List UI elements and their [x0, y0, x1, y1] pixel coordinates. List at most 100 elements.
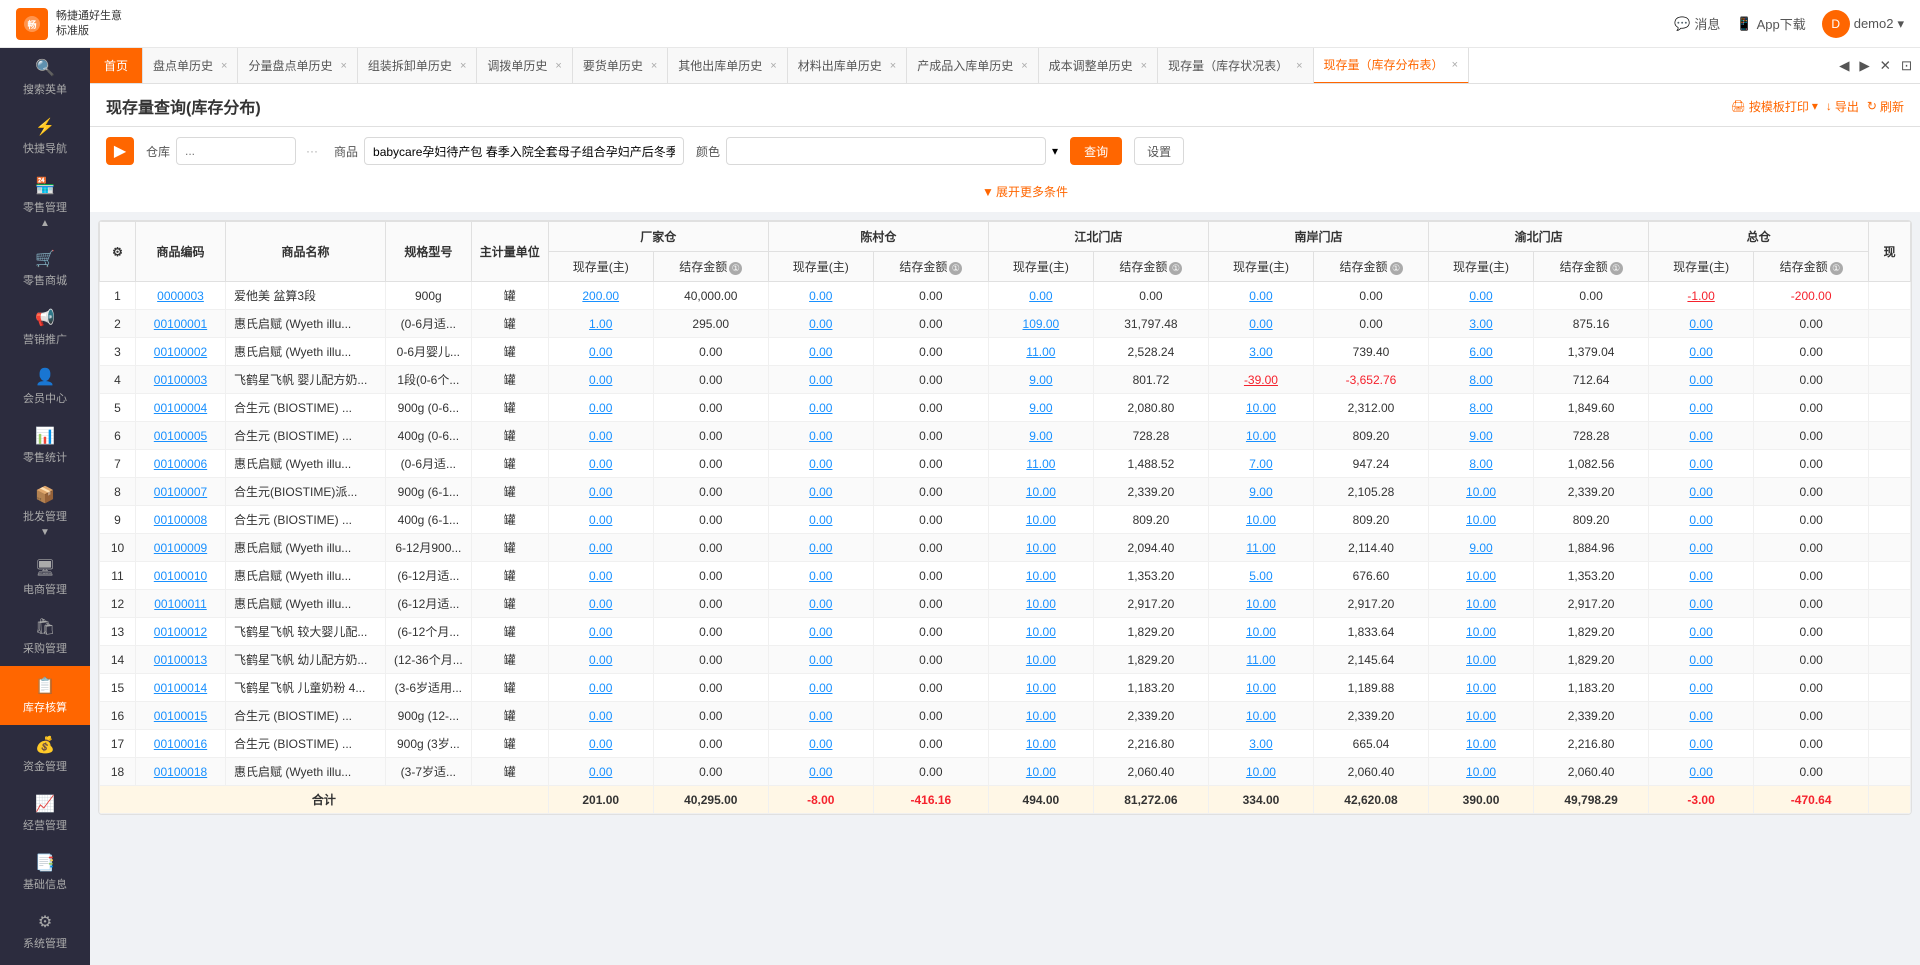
row-jb-qty[interactable]: 10.00 [988, 646, 1093, 674]
row-na-qty[interactable]: 10.00 [1208, 394, 1313, 422]
row-jb-qty[interactable]: 10.00 [988, 506, 1093, 534]
row-f-qty[interactable]: 0.00 [548, 702, 653, 730]
row-jb-qty[interactable]: 10.00 [988, 562, 1093, 590]
row-na-qty[interactable]: 10.00 [1208, 618, 1313, 646]
row-code[interactable]: 00100005 [136, 422, 226, 450]
tab-expand-btn[interactable]: ⊡ [1897, 56, 1916, 76]
row-na-qty[interactable]: 9.00 [1208, 478, 1313, 506]
sidebar-item-finance[interactable]: 💰 资金管理 [0, 725, 90, 784]
table-settings-icon[interactable]: ⚙ [112, 245, 123, 259]
row-na-qty[interactable]: 10.00 [1208, 506, 1313, 534]
row-f-qty[interactable]: 200.00 [548, 282, 653, 310]
row-yb-qty[interactable]: 10.00 [1429, 730, 1534, 758]
sidebar-item-collab[interactable]: 🤝 企业协同 [0, 961, 90, 965]
row-jb-qty[interactable]: 10.00 [988, 478, 1093, 506]
row-yb-qty[interactable]: 9.00 [1429, 534, 1534, 562]
row-z-qty[interactable]: 0.00 [1649, 534, 1754, 562]
row-code[interactable]: 0000003 [136, 282, 226, 310]
color-dropdown-icon[interactable]: ▾ [1052, 144, 1058, 158]
row-c-qty[interactable]: 0.00 [768, 506, 873, 534]
row-yb-qty[interactable]: 8.00 [1429, 394, 1534, 422]
tab-stock-status[interactable]: 现存量（库存状况表） × [1158, 48, 1313, 84]
row-na-qty[interactable]: 7.00 [1208, 450, 1313, 478]
row-code[interactable]: 00100016 [136, 730, 226, 758]
row-yb-qty[interactable]: 8.00 [1429, 450, 1534, 478]
row-na-qty[interactable]: 10.00 [1208, 758, 1313, 786]
sidebar-item-search[interactable]: 🔍 搜索英单 [0, 48, 90, 107]
search-btn[interactable]: 查询 [1070, 137, 1122, 165]
row-z-qty[interactable]: 0.00 [1649, 618, 1754, 646]
tab-stock-dist[interactable]: 现存量（库存分布表） × [1314, 48, 1469, 84]
tab-home[interactable]: 首页 [90, 48, 143, 84]
row-jb-qty[interactable]: 9.00 [988, 366, 1093, 394]
row-yb-qty[interactable]: 10.00 [1429, 506, 1534, 534]
row-c-qty[interactable]: 0.00 [768, 310, 873, 338]
user-menu[interactable]: D demo2 ▾ [1822, 10, 1904, 38]
row-f-qty[interactable]: 0.00 [548, 366, 653, 394]
row-code[interactable]: 00100012 [136, 618, 226, 646]
row-yb-qty[interactable]: 10.00 [1429, 758, 1534, 786]
close-icon[interactable]: × [1452, 59, 1458, 71]
row-jb-qty[interactable]: 10.00 [988, 758, 1093, 786]
sidebar-item-wholesale[interactable]: 📦 批发管理 ▼ [0, 475, 90, 548]
row-f-qty[interactable]: 0.00 [548, 730, 653, 758]
row-c-qty[interactable]: 0.00 [768, 282, 873, 310]
settings-btn[interactable]: 设置 [1134, 137, 1184, 165]
row-yb-qty[interactable]: 10.00 [1429, 674, 1534, 702]
row-jb-qty[interactable]: 10.00 [988, 618, 1093, 646]
row-na-qty[interactable]: 5.00 [1208, 562, 1313, 590]
close-icon[interactable]: × [460, 60, 466, 72]
row-code[interactable]: 00100014 [136, 674, 226, 702]
row-c-qty[interactable]: 0.00 [768, 478, 873, 506]
goods-input[interactable] [364, 137, 684, 165]
close-icon[interactable]: × [1296, 60, 1302, 72]
row-na-qty[interactable]: 10.00 [1208, 590, 1313, 618]
row-na-qty[interactable]: 11.00 [1208, 646, 1313, 674]
row-z-qty[interactable]: 0.00 [1649, 562, 1754, 590]
row-jb-qty[interactable]: 10.00 [988, 730, 1093, 758]
sidebar-item-basic[interactable]: 📑 基础信息 [0, 843, 90, 902]
row-f-qty[interactable]: 0.00 [548, 618, 653, 646]
row-code[interactable]: 00100003 [136, 366, 226, 394]
row-code[interactable]: 00100001 [136, 310, 226, 338]
row-jb-qty[interactable]: 10.00 [988, 674, 1093, 702]
tab-cost-adjust[interactable]: 成本调整单历史 × [1039, 48, 1158, 84]
row-c-qty[interactable]: 0.00 [768, 590, 873, 618]
row-z-qty[interactable]: 0.00 [1649, 702, 1754, 730]
close-icon[interactable]: × [555, 60, 561, 72]
search-expand-btn[interactable]: ▶ [106, 137, 134, 165]
row-z-qty[interactable]: 0.00 [1649, 506, 1754, 534]
row-code[interactable]: 00100013 [136, 646, 226, 674]
row-code[interactable]: 00100006 [136, 450, 226, 478]
row-c-qty[interactable]: 0.00 [768, 422, 873, 450]
sidebar-item-purchase[interactable]: 🛍 采购管理 [0, 607, 90, 666]
expand-conditions-btn[interactable]: ▼ 展开更多条件 [982, 183, 1068, 200]
row-c-qty[interactable]: 0.00 [768, 702, 873, 730]
close-icon[interactable]: × [770, 60, 776, 72]
sidebar-item-member[interactable]: 👤 会员中心 [0, 357, 90, 416]
info-icon[interactable]: ① [729, 262, 742, 275]
row-z-qty[interactable]: 0.00 [1649, 310, 1754, 338]
row-code[interactable]: 00100002 [136, 338, 226, 366]
row-code[interactable]: 00100007 [136, 478, 226, 506]
row-c-qty[interactable]: 0.00 [768, 618, 873, 646]
row-yb-qty[interactable]: 10.00 [1429, 590, 1534, 618]
row-na-qty[interactable]: 0.00 [1208, 282, 1313, 310]
row-c-qty[interactable]: 0.00 [768, 450, 873, 478]
row-code[interactable]: 00100018 [136, 758, 226, 786]
row-c-qty[interactable]: 0.00 [768, 562, 873, 590]
color-input[interactable] [726, 137, 1046, 165]
row-jb-qty[interactable]: 9.00 [988, 394, 1093, 422]
sidebar-item-retail-stats[interactable]: 📊 零售统计 [0, 416, 90, 475]
tab-transfer[interactable]: 调拨单历史 × [477, 48, 572, 84]
row-code[interactable]: 00100008 [136, 506, 226, 534]
row-yb-qty[interactable]: 10.00 [1429, 646, 1534, 674]
row-z-qty[interactable]: 0.00 [1649, 646, 1754, 674]
info-icon[interactable]: ① [1390, 262, 1403, 275]
row-f-qty[interactable]: 0.00 [548, 562, 653, 590]
row-z-qty[interactable]: 0.00 [1649, 674, 1754, 702]
tab-close-btn[interactable]: ✕ [1876, 56, 1895, 76]
row-f-qty[interactable]: 0.00 [548, 646, 653, 674]
row-z-qty[interactable]: 0.00 [1649, 366, 1754, 394]
row-na-qty[interactable]: 10.00 [1208, 702, 1313, 730]
